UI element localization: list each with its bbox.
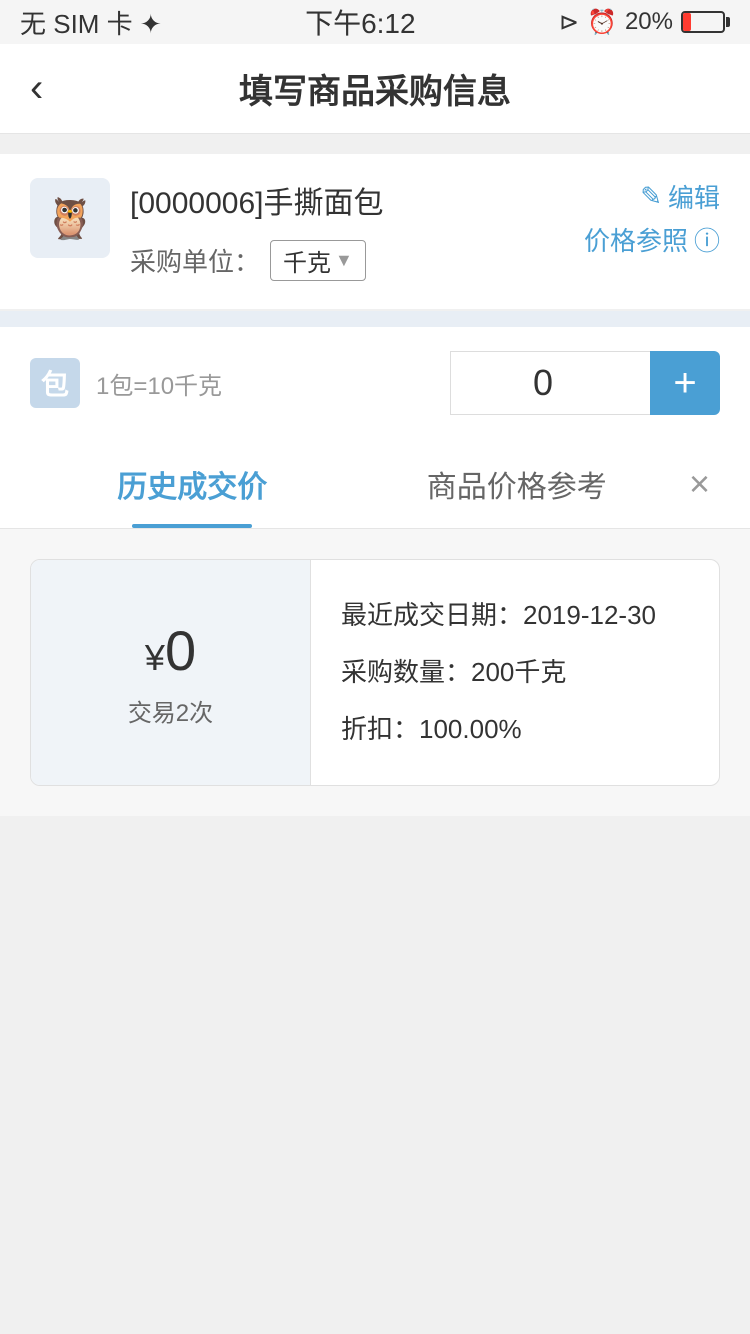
- recent-date-value: 2019-12-30: [523, 600, 656, 630]
- quantity-row: 包 1包=10千克 +: [0, 327, 750, 439]
- tab-history-price[interactable]: 历史成交价: [30, 439, 354, 528]
- battery-icon: [681, 11, 730, 33]
- purchase-quantity-row: 采购数量：200千克: [341, 653, 689, 692]
- discount-row: 折扣：100.00%: [341, 710, 689, 749]
- unit-value: 千克: [283, 243, 331, 278]
- quantity-input[interactable]: [450, 351, 650, 415]
- tab-close-button[interactable]: ×: [679, 453, 720, 515]
- quantity-plus-button[interactable]: +: [650, 351, 720, 415]
- product-actions: ✎ 编辑 价格参照 ⓘ: [584, 178, 720, 258]
- status-left: 无 SIM 卡 ✦: [20, 4, 162, 41]
- history-price-section: ¥0 交易2次: [31, 560, 311, 785]
- price-reference-button[interactable]: 价格参照 ⓘ: [584, 221, 720, 258]
- history-price-display: ¥0: [145, 618, 196, 683]
- product-main: 🦉 [0000006]手撕面包 采购单位： 千克 ▼: [30, 178, 383, 281]
- alarm-icon: ⏰: [587, 8, 617, 37]
- unit-chevron-icon: ▼: [335, 250, 353, 271]
- price-value: 0: [165, 619, 196, 682]
- transaction-count: 交易2次: [128, 693, 213, 728]
- help-icon: ⓘ: [694, 221, 720, 258]
- product-unit-row: 采购单位： 千克 ▼: [130, 240, 383, 281]
- unit-selector[interactable]: 千克 ▼: [270, 240, 366, 281]
- history-details-section: 最近成交日期：2019-12-30 采购数量：200千克 折扣：100.00%: [311, 560, 719, 785]
- quantity-label: 包 1包=10千克: [30, 358, 222, 408]
- status-right: ⊳ ⏰ 20%: [559, 8, 730, 37]
- product-logo-icon: 🦉: [45, 195, 95, 242]
- tabs-header: 历史成交价 商品价格参考 ×: [0, 439, 750, 529]
- purchase-qty-label: 采购数量：: [341, 657, 471, 687]
- product-card: 🦉 [0000006]手撕面包 采购单位： 千克 ▼ ✎ 编辑: [0, 154, 750, 309]
- sim-status: 无 SIM 卡 ✦: [20, 4, 162, 41]
- status-bar: 无 SIM 卡 ✦ 下午6:12 ⊳ ⏰ 20%: [0, 0, 750, 44]
- product-header: 🦉 [0000006]手撕面包 采购单位： 千克 ▼ ✎ 编辑: [30, 178, 720, 281]
- unit-label: 采购单位：: [130, 242, 260, 279]
- status-time: 下午6:12: [305, 2, 416, 42]
- recent-date-label: 最近成交日期：: [341, 600, 523, 630]
- tab-product-price-label: 商品价格参考: [427, 462, 607, 506]
- edit-label: 编辑: [668, 178, 720, 215]
- tab-product-price-ref[interactable]: 商品价格参考: [354, 439, 678, 528]
- recent-date-row: 最近成交日期：2019-12-30: [341, 596, 689, 635]
- purchase-qty-value: 200千克: [471, 657, 566, 687]
- quantity-controls: +: [450, 351, 720, 415]
- unit-box: 包: [30, 358, 80, 408]
- unit-conversion: 1包=10千克: [96, 366, 222, 401]
- tab-active-underline: [132, 524, 252, 528]
- section-divider: [0, 311, 750, 327]
- battery-percent: 20%: [625, 8, 673, 36]
- product-name: [0000006]手撕面包: [130, 178, 383, 222]
- tab-content-history: ¥0 交易2次 最近成交日期：2019-12-30 采购数量：200千克 折扣：…: [0, 529, 750, 816]
- nav-bar: ‹ 填写商品采购信息: [0, 44, 750, 134]
- location-icon: ⊳: [559, 8, 579, 37]
- product-thumbnail: 🦉: [30, 178, 110, 258]
- tab-history-label: 历史成交价: [117, 462, 267, 506]
- edit-icon: ✎: [640, 181, 662, 212]
- history-card: ¥0 交易2次 最近成交日期：2019-12-30 采购数量：200千克 折扣：…: [30, 559, 720, 786]
- edit-button[interactable]: ✎ 编辑: [640, 178, 720, 215]
- discount-label: 折扣：: [341, 714, 419, 744]
- discount-value: 100.00%: [419, 714, 522, 744]
- tabs-panel: 历史成交价 商品价格参考 × ¥0 交易2次 最近成交日期：2019-12-30…: [0, 439, 750, 816]
- currency-symbol: ¥: [145, 637, 165, 678]
- page-title: 填写商品采购信息: [0, 64, 750, 113]
- price-ref-label: 价格参照: [584, 221, 688, 258]
- product-info: [0000006]手撕面包 采购单位： 千克 ▼: [130, 178, 383, 281]
